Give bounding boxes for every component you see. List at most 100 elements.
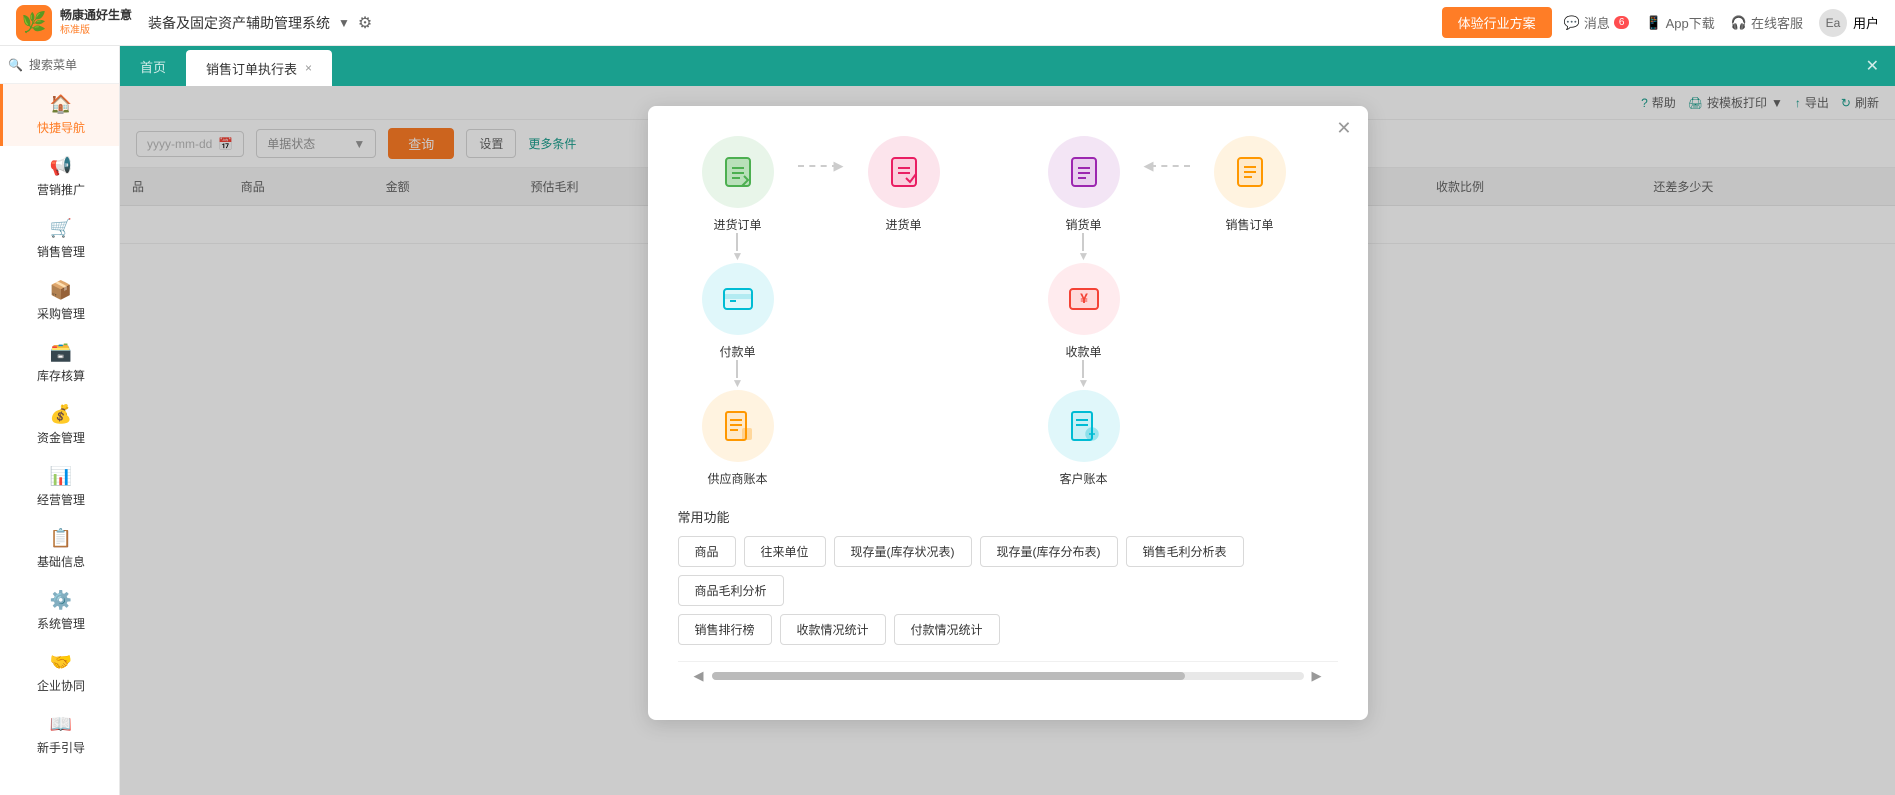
func-btn-stock-status[interactable]: 现存量(库存状况表) — [834, 536, 972, 567]
sidebar-label-purchase: 采购管理 — [37, 305, 85, 322]
service-icon: 🎧 — [1731, 15, 1747, 31]
finance-icon: 💰 — [50, 404, 72, 425]
tab-home[interactable]: 首页 — [120, 46, 186, 86]
sidebar-item-quicknav[interactable]: 🏠 快捷导航 — [0, 84, 119, 146]
sidebar-item-sales[interactable]: 🛒 销售管理 — [0, 208, 119, 270]
arrow-down-1: ▼ — [732, 233, 744, 263]
top-bar: 🌿 畅康通好生意 标准版 装备及固定资产辅助管理系统 ▼ ⚙ 体验行业方案 💬 … — [0, 0, 1895, 46]
basic-icon: 📋 — [50, 528, 72, 549]
cooperation-icon: 🤝 — [50, 652, 72, 673]
func-btn-partners[interactable]: 往来单位 — [744, 536, 826, 567]
purchase-order-icon — [702, 136, 774, 208]
common-funcs-title: 常用功能 — [678, 507, 1338, 526]
purchase-order-label: 进货订单 — [713, 216, 761, 233]
guide-close-btn[interactable]: ✕ — [1336, 118, 1351, 139]
customer-ledger-label: 客户账本 — [1059, 470, 1107, 487]
flow-node-receipt[interactable]: ¥ 收款单 — [1024, 263, 1144, 360]
flow-node-purchase-receipt[interactable]: 进货单 — [844, 136, 964, 233]
purchase-icon: 📦 — [50, 280, 72, 301]
func-btn-sales-margin[interactable]: 销售毛利分析表 — [1126, 536, 1244, 567]
func-btn-receipt-stats[interactable]: 收款情况统计 — [780, 614, 886, 645]
sidebar-item-cooperation[interactable]: 🤝 企业协同 — [0, 642, 119, 704]
scroll-bar[interactable] — [712, 672, 1304, 680]
top-right: 💬 消息 6 📱 App下载 🎧 在线客服 Ea 用户 — [1564, 9, 1879, 37]
flow-col-2: 进货单 — [844, 136, 964, 233]
message-icon: 💬 — [1564, 15, 1580, 31]
message-badge: 6 — [1614, 16, 1630, 29]
sidebar-item-system[interactable]: ⚙️ 系统管理 — [0, 580, 119, 642]
arrow-h-2: ◀ — [1144, 158, 1190, 174]
sidebar-item-inventory[interactable]: 🗃️ 库存核算 — [0, 332, 119, 394]
online-service-label: 在线客服 — [1751, 13, 1803, 32]
func-btn-product[interactable]: 商品 — [678, 536, 736, 567]
message-label: 消息 — [1584, 13, 1610, 32]
sidebar-item-newbie[interactable]: 📖 新手引导 — [0, 704, 119, 766]
app-download-btn[interactable]: 📱 App下载 — [1645, 13, 1714, 32]
sidebar-search[interactable]: 🔍 搜索菜单 — [0, 46, 119, 84]
flow-node-payment[interactable]: 付款单 — [678, 263, 798, 360]
flow-node-sales-order[interactable]: 销售订单 — [1190, 136, 1310, 233]
home-icon: 🏠 — [50, 94, 72, 115]
func-btn-product-margin[interactable]: 商品毛利分析 — [678, 575, 784, 606]
search-label: 搜索菜单 — [29, 56, 77, 73]
flow-node-sale-receipt[interactable]: 销货单 — [1024, 136, 1144, 233]
sidebar-item-operations[interactable]: 📊 经营管理 — [0, 456, 119, 518]
logo-area: 🌿 畅康通好生意 标准版 — [16, 5, 136, 41]
sale-receipt-icon — [1048, 136, 1120, 208]
sales-order-label: 销售订单 — [1225, 216, 1273, 233]
svg-text:¥: ¥ — [1080, 290, 1088, 306]
phone-icon: 📱 — [1645, 15, 1661, 31]
func-btn-sales-rank[interactable]: 销售排行榜 — [678, 614, 772, 645]
sidebar-item-marketing[interactable]: 📢 营销推广 — [0, 146, 119, 208]
flow-node-supplier-ledger[interactable]: 供应商账本 — [678, 390, 798, 487]
scroll-left-icon[interactable]: ◀ — [694, 668, 704, 684]
receipt-icon: ¥ — [1048, 263, 1120, 335]
tab-close-btn[interactable]: × — [305, 61, 312, 75]
func-btn-stock-dist[interactable]: 现存量(库存分布表) — [980, 536, 1118, 567]
system-icon: ⚙️ — [50, 590, 72, 611]
scroll-right-icon[interactable]: ▶ — [1312, 668, 1322, 684]
payment-icon — [702, 263, 774, 335]
flow-node-purchase-order[interactable]: 进货订单 — [678, 136, 798, 233]
sidebar-label-newbie: 新手引导 — [37, 739, 85, 756]
content-area: 首页 销售订单执行表 × ✕ ? 帮助 🖨 按 — [120, 46, 1895, 795]
logo-title: 畅康通好生意 — [60, 8, 132, 24]
message-btn[interactable]: 💬 消息 6 — [1564, 13, 1630, 32]
user-section[interactable]: Ea 用户 — [1819, 9, 1879, 37]
inventory-icon: 🗃️ — [50, 342, 72, 363]
sidebar-item-purchase[interactable]: 📦 采购管理 — [0, 270, 119, 332]
experience-btn[interactable]: 体验行业方案 — [1442, 7, 1552, 38]
sidebar-label-sales: 销售管理 — [37, 243, 85, 260]
tab-sales-order[interactable]: 销售订单执行表 × — [186, 50, 332, 86]
func-buttons: 商品 往来单位 现存量(库存状况表) 现存量(库存分布表) 销售毛利分析表 商品… — [678, 536, 1338, 606]
marketing-icon: 📢 — [50, 156, 72, 177]
supplier-ledger-label: 供应商账本 — [707, 470, 767, 487]
sales-icon: 🛒 — [50, 218, 72, 239]
app-download-label: App下载 — [1666, 13, 1715, 32]
online-service-btn[interactable]: 🎧 在线客服 — [1731, 13, 1803, 32]
page-content: ? 帮助 🖨 按模板打印 ▼ ↑ 导出 ↻ 刷新 — [120, 86, 1895, 795]
purchase-receipt-icon — [868, 136, 940, 208]
func-btn-payment-stats[interactable]: 付款情况统计 — [894, 614, 1000, 645]
flow-node-customer-ledger[interactable]: 客户账本 — [1024, 390, 1144, 487]
system-title: 装备及固定资产辅助管理系统 ▼ ⚙ — [148, 13, 1430, 33]
system-dropdown-btn[interactable]: ▼ — [338, 16, 350, 30]
sidebar-label-operations: 经营管理 — [37, 491, 85, 508]
flow-col-3: 销货单 ▼ ¥ 收款单 — [1024, 136, 1144, 487]
logo-icon: 🌿 — [16, 5, 52, 41]
guide-panel: ✕ 进货订单 — [648, 106, 1368, 720]
flow-col-1: 进货订单 ▼ 付款单 — [678, 136, 798, 487]
flow-col-4: 销售订单 — [1190, 136, 1310, 233]
tab-bar: 首页 销售订单执行表 × ✕ — [120, 46, 1895, 86]
tab-bar-close-btn[interactable]: ✕ — [1866, 56, 1895, 76]
sidebar-item-basic[interactable]: 📋 基础信息 — [0, 518, 119, 580]
sale-receipt-label: 销货单 — [1065, 216, 1101, 233]
sidebar-item-finance[interactable]: 💰 资金管理 — [0, 394, 119, 456]
flow-diagram: 进货订单 ▼ 付款单 — [678, 136, 1338, 487]
sidebar-label-inventory: 库存核算 — [37, 367, 85, 384]
user-name: 用户 — [1853, 13, 1879, 32]
settings-icon-btn[interactable]: ⚙ — [358, 13, 372, 33]
arrow-down-3: ▼ — [732, 360, 744, 390]
sidebar-label-marketing: 营销推广 — [37, 181, 85, 198]
arrow-h-1: ▶ — [798, 158, 844, 174]
